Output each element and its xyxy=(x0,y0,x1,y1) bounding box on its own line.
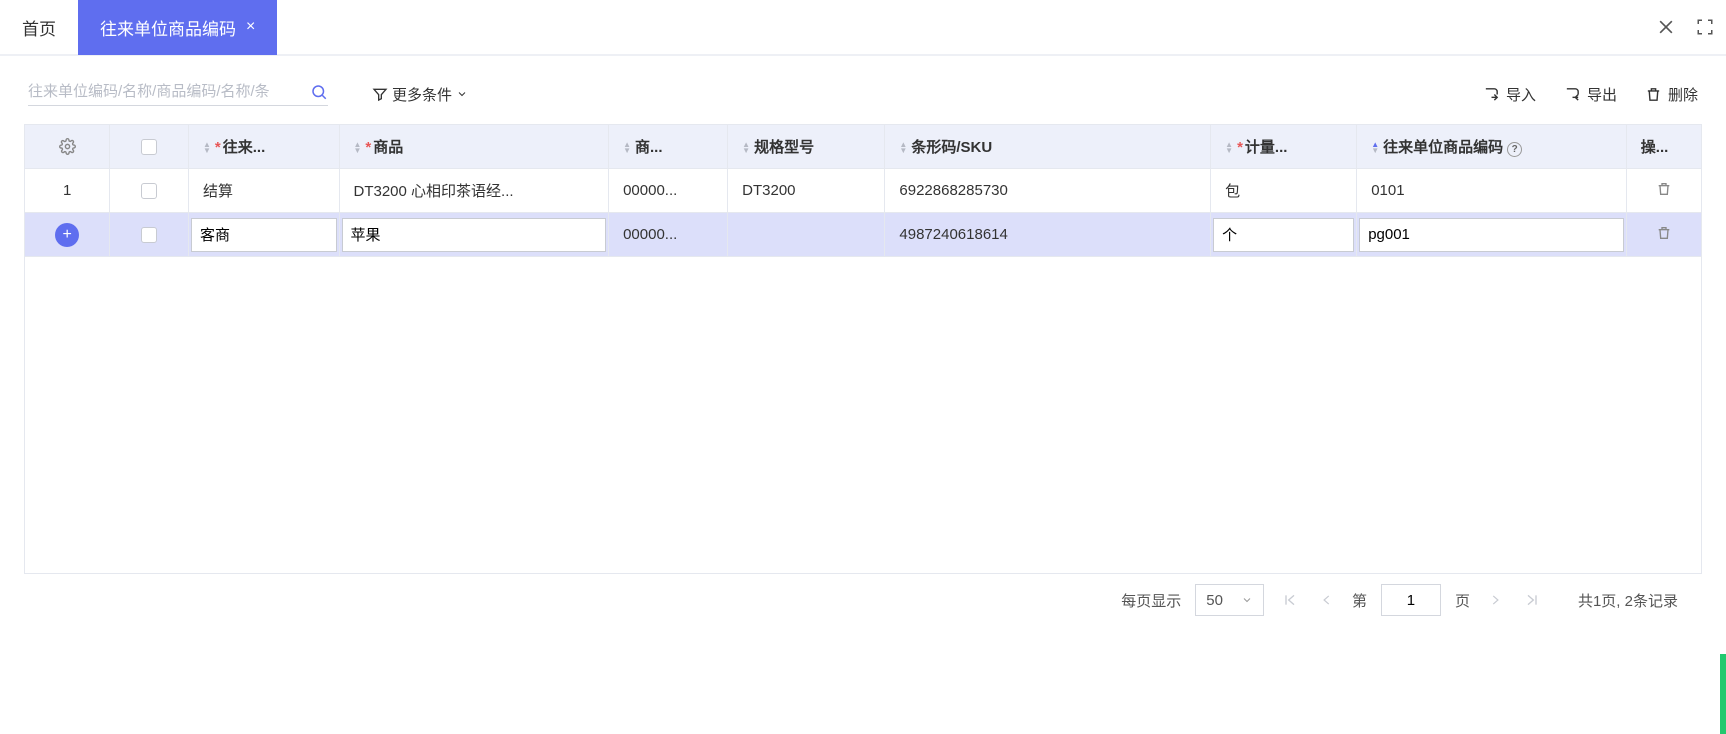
page-size-value: 50 xyxy=(1206,592,1223,609)
import-icon xyxy=(1483,86,1500,103)
trash-icon xyxy=(1645,86,1662,103)
chevron-down-icon xyxy=(1241,594,1253,606)
row-delete-icon[interactable] xyxy=(1656,181,1672,197)
tab-close-icon[interactable]: × xyxy=(246,18,255,36)
tab-active-label: 往来单位商品编码 xyxy=(100,15,236,40)
close-all-tabs-icon[interactable] xyxy=(1656,17,1676,37)
cell-product-code: 00000... xyxy=(609,169,728,213)
export-button[interactable]: 导出 xyxy=(1564,84,1617,105)
row-delete-icon[interactable] xyxy=(1656,225,1672,241)
row-checkbox[interactable] xyxy=(141,183,157,199)
help-icon[interactable]: ? xyxy=(1507,142,1522,157)
chevron-down-icon xyxy=(456,88,468,100)
filter-icon xyxy=(372,86,388,102)
side-accent-strip xyxy=(1720,654,1726,734)
more-filter-button[interactable]: 更多条件 xyxy=(372,84,468,105)
cell-partner-product-code[interactable]: 0101 xyxy=(1357,169,1627,213)
page-suffix: 页 xyxy=(1455,590,1470,611)
tabs-bar: 首页 往来单位商品编码 × xyxy=(0,0,1726,56)
export-label: 导出 xyxy=(1587,84,1617,105)
page-summary: 共1页, 2条记录 xyxy=(1578,590,1678,611)
pagination: 每页显示 50 第 页 共1页, 2条记录 xyxy=(24,574,1702,626)
column-uom[interactable]: ▲▼*计量... xyxy=(1211,125,1357,169)
gear-icon xyxy=(59,138,76,155)
tab-home-label: 首页 xyxy=(22,15,56,40)
last-page-button[interactable] xyxy=(1520,591,1544,609)
row-checkbox[interactable] xyxy=(141,227,157,243)
cell-spec xyxy=(728,213,885,257)
page-size-label: 每页显示 xyxy=(1121,590,1181,611)
search-input[interactable] xyxy=(28,83,310,100)
cell-product-code: 00000... xyxy=(609,213,728,257)
tab-partner-product-code[interactable]: 往来单位商品编码 × xyxy=(78,0,277,55)
next-page-button[interactable] xyxy=(1484,591,1506,609)
delete-label: 删除 xyxy=(1668,84,1698,105)
cell-partner[interactable]: 结算 xyxy=(189,169,340,213)
fullscreen-icon[interactable] xyxy=(1696,18,1714,36)
column-settings[interactable] xyxy=(25,125,110,169)
product-input[interactable] xyxy=(342,218,607,252)
cell-uom[interactable]: 包 xyxy=(1211,169,1357,213)
page-size-select[interactable]: 50 xyxy=(1195,584,1264,616)
column-select-all[interactable] xyxy=(110,125,189,169)
delete-button[interactable]: 删除 xyxy=(1645,84,1698,105)
add-row-button[interactable]: + xyxy=(55,223,79,247)
uom-input[interactable] xyxy=(1213,218,1354,252)
tab-home[interactable]: 首页 xyxy=(0,0,78,55)
column-action: 操... xyxy=(1627,125,1701,169)
cell-barcode: 6922868285730 xyxy=(885,169,1211,213)
import-button[interactable]: 导入 xyxy=(1483,84,1536,105)
column-product[interactable]: ▲▼*商品 xyxy=(340,125,610,169)
prev-page-button[interactable] xyxy=(1316,591,1338,609)
search-box xyxy=(28,82,328,105)
data-table: ▲▼*往来... ▲▼*商品 ▲▼商... ▲▼规格型号 ▲▼条形码/SKU ▲… xyxy=(24,124,1702,574)
more-filter-label: 更多条件 xyxy=(392,84,452,105)
row-index: 1 xyxy=(25,169,110,213)
checkbox-all[interactable] xyxy=(141,139,157,155)
first-page-button[interactable] xyxy=(1278,591,1302,609)
column-partner[interactable]: ▲▼*往来... xyxy=(189,125,340,169)
column-barcode[interactable]: ▲▼条形码/SKU xyxy=(885,125,1211,169)
toolbar: 更多条件 导入 导出 删除 xyxy=(0,78,1726,124)
cell-spec: DT3200 xyxy=(728,169,885,213)
cell-barcode: 4987240618614 xyxy=(885,213,1211,257)
page-input[interactable] xyxy=(1381,584,1441,616)
import-label: 导入 xyxy=(1506,84,1536,105)
cell-product[interactable]: DT3200 心相印茶语经... xyxy=(340,169,610,213)
search-icon[interactable] xyxy=(310,82,328,100)
column-spec[interactable]: ▲▼规格型号 xyxy=(728,125,885,169)
column-partner-product-code[interactable]: ▲▼往来单位商品编码? xyxy=(1357,125,1627,169)
partner-input[interactable] xyxy=(191,218,337,252)
export-icon xyxy=(1564,86,1581,103)
page-prefix: 第 xyxy=(1352,590,1367,611)
column-product-code[interactable]: ▲▼商... xyxy=(609,125,728,169)
table-row[interactable]: 1 结算 DT3200 心相印茶语经... 00000... DT3200 69… xyxy=(25,169,1701,213)
table-row[interactable]: + 00000... 4987240618614 xyxy=(25,213,1701,257)
partner-product-code-input[interactable] xyxy=(1359,218,1624,252)
